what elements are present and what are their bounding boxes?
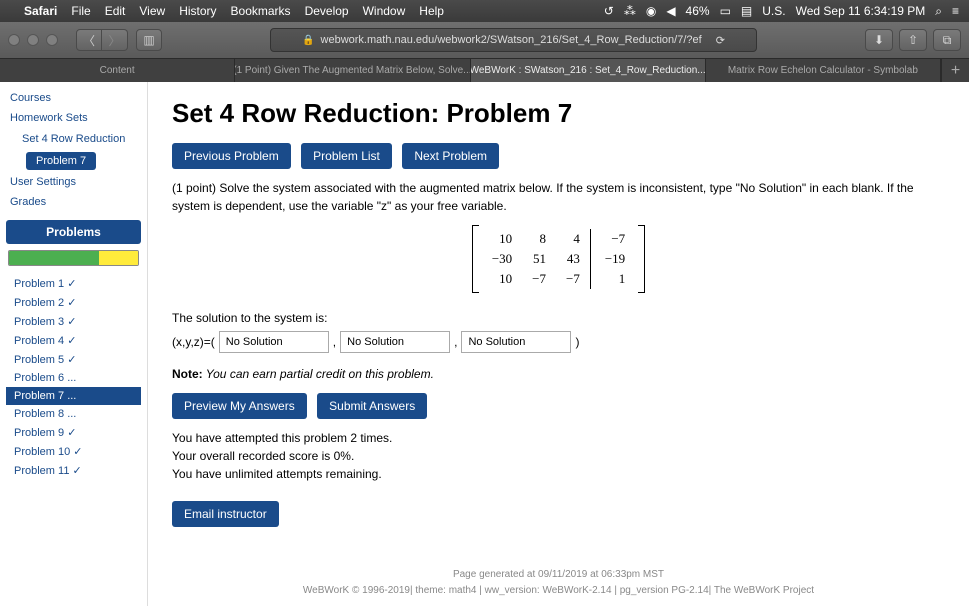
answer-z-input[interactable] bbox=[461, 331, 571, 353]
wifi-icon[interactable]: ◉ bbox=[646, 4, 656, 18]
tab-symbolab[interactable]: Matrix Row Echelon Calculator - Symbolab bbox=[706, 59, 941, 82]
sidebar-grades[interactable]: Grades bbox=[0, 192, 147, 212]
locale[interactable]: U.S. bbox=[762, 4, 785, 18]
tab-chegg[interactable]: (1 Point) Given The Augmented Matrix Bel… bbox=[235, 59, 470, 82]
tab-content[interactable]: Content bbox=[0, 59, 235, 82]
spotlight-icon[interactable]: ⌕ bbox=[935, 4, 942, 19]
problem-10[interactable]: Problem 10 ✓ bbox=[6, 442, 141, 461]
new-tab-button[interactable]: + bbox=[941, 59, 969, 82]
back-button[interactable]: 〈 bbox=[76, 29, 102, 51]
app-name[interactable]: Safari bbox=[24, 4, 57, 18]
problem-5[interactable]: Problem 5 ✓ bbox=[6, 350, 141, 369]
solution-prefix: (x,y,z)=( bbox=[172, 335, 215, 349]
footer-credits: WeBWorK © 1996-2019| theme: math4 | ww_v… bbox=[172, 583, 945, 599]
share-button[interactable]: ⇧ bbox=[899, 29, 927, 51]
problem-2[interactable]: Problem 2 ✓ bbox=[6, 293, 141, 312]
tab-webwork[interactable]: WeBWorK : SWatson_216 : Set_4_Row_Reduct… bbox=[471, 59, 706, 82]
next-problem-button[interactable]: Next Problem bbox=[402, 143, 499, 169]
url-text: webwork.math.nau.edu/webwork2/SWatson_21… bbox=[321, 34, 702, 46]
page-footer: Page generated at 09/11/2019 at 06:33pm … bbox=[172, 567, 945, 599]
main-content: Set 4 Row Reduction: Problem 7 Previous … bbox=[148, 82, 969, 606]
problem-list-button[interactable]: Problem List bbox=[301, 143, 392, 169]
email-instructor-button[interactable]: Email instructor bbox=[172, 501, 279, 527]
solution-label: The solution to the system is: bbox=[172, 311, 945, 325]
reload-icon[interactable]: ⟳ bbox=[716, 34, 725, 47]
matrix-display: 1084−7 −305143−19 10−7−71 bbox=[172, 225, 945, 293]
menu-view[interactable]: View bbox=[139, 4, 165, 18]
solution-suffix: ) bbox=[575, 335, 579, 349]
sidebar-homework-sets[interactable]: Homework Sets bbox=[0, 108, 147, 128]
flag-icon[interactable]: ▤ bbox=[741, 4, 752, 18]
safari-toolbar: 〈 〉 ▥ 🔒 webwork.math.nau.edu/webwork2/SW… bbox=[0, 22, 969, 58]
menu-history[interactable]: History bbox=[179, 4, 216, 18]
menu-file[interactable]: File bbox=[71, 4, 90, 18]
progress-partial bbox=[99, 251, 138, 265]
sidebar: Courses Homework Sets Set 4 Row Reductio… bbox=[0, 82, 148, 606]
volume-icon[interactable]: ◀ bbox=[666, 4, 675, 18]
preview-answers-button[interactable]: Preview My Answers bbox=[172, 393, 307, 419]
instruction-text: (1 point) Solve the system associated wi… bbox=[172, 179, 945, 215]
progress-bar bbox=[8, 250, 139, 266]
timemachine-icon[interactable]: ↺ bbox=[604, 4, 614, 18]
problems-header: Problems bbox=[6, 220, 141, 244]
datetime[interactable]: Wed Sep 11 6:34:19 PM bbox=[796, 4, 926, 18]
problem-11[interactable]: Problem 11 ✓ bbox=[6, 461, 141, 480]
page-body: Courses Homework Sets Set 4 Row Reductio… bbox=[0, 82, 969, 606]
bluetooth-icon[interactable]: ⁂ bbox=[624, 4, 636, 18]
footer-generated: Page generated at 09/11/2019 at 06:33pm … bbox=[172, 567, 945, 583]
lock-icon: 🔒 bbox=[302, 35, 314, 46]
problem-1[interactable]: Problem 1 ✓ bbox=[6, 274, 141, 293]
status-lines: You have attempted this problem 2 times.… bbox=[172, 429, 945, 483]
sidebar-set-name[interactable]: Set 4 Row Reduction bbox=[0, 128, 147, 150]
solution-row: (x,y,z)=( , , ) bbox=[172, 331, 945, 353]
prev-problem-button[interactable]: Previous Problem bbox=[172, 143, 291, 169]
battery-icon[interactable]: ▭ bbox=[720, 4, 731, 18]
list-icon[interactable]: ≡ bbox=[952, 4, 959, 18]
progress-complete bbox=[9, 251, 99, 265]
downloads-button[interactable]: ⬇ bbox=[865, 29, 893, 51]
sidebar-courses[interactable]: Courses bbox=[0, 88, 147, 108]
sidebar-user-settings[interactable]: User Settings bbox=[0, 172, 147, 192]
note-text: Note: You can earn partial credit on thi… bbox=[172, 367, 945, 381]
submit-answers-button[interactable]: Submit Answers bbox=[317, 393, 427, 419]
problem-3[interactable]: Problem 3 ✓ bbox=[6, 312, 141, 331]
menu-bookmarks[interactable]: Bookmarks bbox=[231, 4, 291, 18]
menu-window[interactable]: Window bbox=[363, 4, 406, 18]
page-title: Set 4 Row Reduction: Problem 7 bbox=[172, 98, 945, 129]
battery-percent[interactable]: 46% bbox=[686, 4, 710, 18]
zoom-dot[interactable] bbox=[46, 34, 58, 46]
menu-edit[interactable]: Edit bbox=[105, 4, 126, 18]
menu-develop[interactable]: Develop bbox=[305, 4, 349, 18]
close-dot[interactable] bbox=[8, 34, 20, 46]
score-text: Your overall recorded score is 0%. bbox=[172, 447, 945, 465]
tab-strip: Content (1 Point) Given The Augmented Ma… bbox=[0, 58, 969, 82]
problem-7[interactable]: Problem 7 ... bbox=[6, 387, 141, 405]
problem-9[interactable]: Problem 9 ✓ bbox=[6, 423, 141, 442]
sidebar-button[interactable]: ▥ bbox=[136, 29, 162, 51]
problem-6[interactable]: Problem 6 ... bbox=[6, 369, 141, 387]
answer-x-input[interactable] bbox=[219, 331, 329, 353]
answer-y-input[interactable] bbox=[340, 331, 450, 353]
address-bar[interactable]: 🔒 webwork.math.nau.edu/webwork2/SWatson_… bbox=[270, 28, 757, 52]
mac-menubar: Safari File Edit View History Bookmarks … bbox=[0, 0, 969, 22]
forward-button[interactable]: 〉 bbox=[102, 29, 128, 51]
window-controls bbox=[8, 34, 58, 46]
attempts-text: You have attempted this problem 2 times. bbox=[172, 429, 945, 447]
minimize-dot[interactable] bbox=[27, 34, 39, 46]
sidebar-current-problem[interactable]: Problem 7 bbox=[26, 152, 96, 170]
problem-8[interactable]: Problem 8 ... bbox=[6, 405, 141, 423]
problems-panel: Problems Problem 1 ✓ Problem 2 ✓ Problem… bbox=[6, 220, 141, 480]
remaining-text: You have unlimited attempts remaining. bbox=[172, 465, 945, 483]
problem-4[interactable]: Problem 4 ✓ bbox=[6, 331, 141, 350]
tabs-button[interactable]: ⧉ bbox=[933, 29, 961, 51]
menu-help[interactable]: Help bbox=[419, 4, 444, 18]
